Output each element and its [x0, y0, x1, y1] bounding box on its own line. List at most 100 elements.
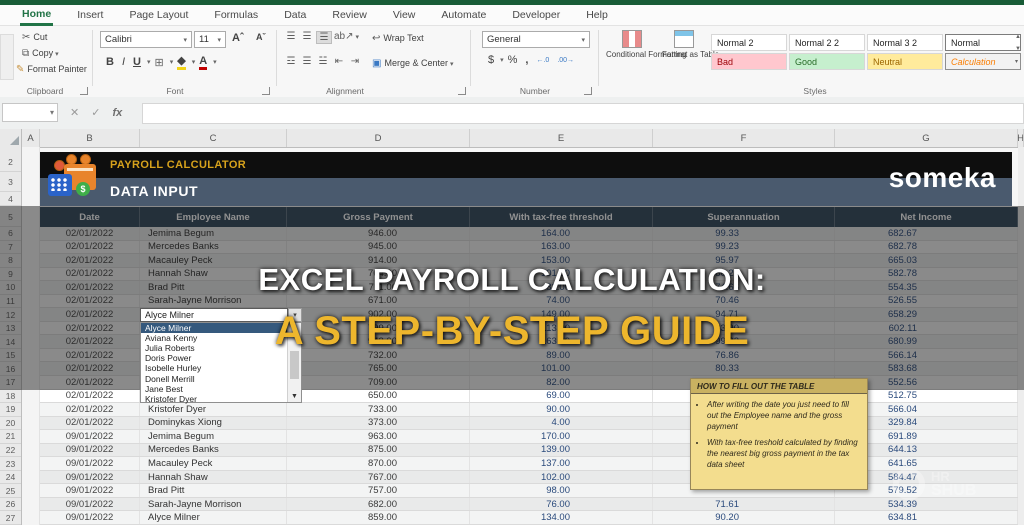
cell-date[interactable]: 09/01/2022 — [40, 457, 140, 470]
cell-style-normal[interactable]: Normal — [945, 34, 1021, 51]
cell-tax-free-threshold[interactable]: 90.00 — [470, 403, 653, 416]
name-box[interactable]: ▾ — [2, 103, 58, 122]
row-header-18[interactable]: 18 — [0, 390, 21, 404]
gallery-more-icon[interactable]: ▾ — [1015, 58, 1023, 65]
font-name-combo[interactable]: Calibri ▾ — [100, 31, 192, 48]
cell-employee-name[interactable]: Macauley Peck — [140, 457, 287, 470]
borders-button[interactable]: ⊞ — [154, 56, 163, 69]
ribbon-tab-page-layout[interactable]: Page Layout — [127, 6, 190, 24]
number-dialog-launcher[interactable] — [584, 87, 592, 95]
cell-date[interactable]: 09/01/2022 — [40, 430, 140, 443]
copy-button[interactable]: ⧉ Copy ▾ — [22, 48, 59, 59]
cell-gross-payment[interactable]: 373.00 — [287, 416, 470, 430]
row-header-26[interactable]: 26 — [0, 498, 21, 512]
row-header-24[interactable]: 24 — [0, 471, 21, 485]
column-header-h[interactable]: H — [1018, 129, 1024, 147]
dropdown-item-jane-best[interactable]: Jane Best — [141, 384, 287, 394]
column-header-f[interactable]: F — [653, 129, 835, 147]
wrap-text-button[interactable]: ↩ Wrap Text — [372, 33, 424, 44]
cell-gross-payment[interactable]: 682.00 — [287, 497, 470, 511]
increase-indent-button[interactable]: ⇥ — [348, 56, 362, 67]
row-header-23[interactable]: 23 — [0, 457, 21, 471]
format-painter-button[interactable]: ✎ Format Painter — [16, 64, 87, 75]
cut-button[interactable]: ✂ Cut — [22, 32, 47, 43]
cell-date[interactable]: 09/01/2022 — [40, 443, 140, 457]
font-dialog-launcher[interactable] — [262, 87, 270, 95]
font-size-combo[interactable]: 11 ▾ — [194, 31, 226, 48]
cell-tax-free-threshold[interactable]: 134.00 — [470, 511, 653, 524]
decrease-decimal-button[interactable]: .00→ — [557, 57, 574, 64]
conditional-formatting-button[interactable]: Conditional Formatting — [606, 30, 686, 59]
gallery-down-icon[interactable]: ▼ — [1015, 46, 1023, 52]
increase-decimal-button[interactable]: ←.0 — [536, 57, 549, 64]
dropdown-item-kristofer-dyer[interactable]: Kristofer Dyer — [141, 394, 287, 404]
row-header-21[interactable]: 21 — [0, 430, 21, 444]
cell-date[interactable]: 09/01/2022 — [40, 497, 140, 511]
cell-gross-payment[interactable]: 963.00 — [287, 430, 470, 443]
row-header-19[interactable]: 19 — [0, 403, 21, 417]
dropdown-scroll-down-icon[interactable]: ▼ — [288, 391, 301, 402]
ribbon-tab-insert[interactable]: Insert — [75, 6, 105, 24]
cell-gross-payment[interactable]: 733.00 — [287, 403, 470, 416]
cell-gross-payment[interactable]: 650.00 — [287, 389, 470, 403]
cell-date[interactable]: 02/01/2022 — [40, 403, 140, 416]
cell-style-neutral[interactable]: Neutral — [867, 53, 943, 70]
align-left-button[interactable]: ☲ — [284, 56, 298, 67]
column-header-d[interactable]: D — [287, 129, 470, 147]
gallery-scroll-buttons[interactable]: ▲ ▼ ▾ — [1015, 34, 1023, 65]
cell-gross-payment[interactable]: 859.00 — [287, 511, 470, 524]
orientation-button[interactable]: ab↗ ▾ — [334, 31, 359, 44]
column-header-g[interactable]: G — [835, 129, 1018, 147]
enter-icon[interactable]: ✓ — [91, 106, 100, 119]
cell-employee-name[interactable]: Alyce Milner — [140, 511, 287, 524]
cell-gross-payment[interactable]: 875.00 — [287, 443, 470, 457]
cell-employee-name[interactable]: Hannah Shaw — [140, 470, 287, 484]
ribbon-tab-view[interactable]: View — [391, 6, 418, 24]
cell-gross-payment[interactable]: 767.00 — [287, 470, 470, 484]
row-header-4[interactable]: 4 — [0, 192, 21, 206]
cell-employee-name[interactable]: Kristofer Dyer — [140, 403, 287, 416]
align-center-button[interactable]: ☰ — [300, 56, 314, 67]
cell-date[interactable]: 09/01/2022 — [40, 470, 140, 484]
ribbon-tab-help[interactable]: Help — [584, 6, 610, 24]
align-middle-button[interactable]: ☰ — [300, 31, 314, 44]
bold-button[interactable]: B — [106, 56, 114, 68]
fill-color-button[interactable]: ◆ — [177, 54, 186, 70]
accounting-format-button[interactable]: $ — [488, 54, 494, 66]
ribbon-tab-automate[interactable]: Automate — [439, 6, 488, 24]
ribbon-tab-review[interactable]: Review — [330, 6, 368, 24]
cell-style-calculation[interactable]: Calculation — [945, 53, 1021, 70]
cell-gross-payment[interactable]: 757.00 — [287, 484, 470, 497]
gallery-up-icon[interactable]: ▲ — [1015, 34, 1023, 40]
italic-button[interactable]: I — [122, 56, 125, 68]
ribbon-tab-developer[interactable]: Developer — [510, 6, 562, 24]
cell-superannuation[interactable]: 71.61 — [653, 497, 835, 511]
cell-tax-free-threshold[interactable]: 69.00 — [470, 389, 653, 403]
cell-date[interactable]: 02/01/2022 — [40, 416, 140, 430]
format-as-table-button[interactable]: Format as Table — [662, 30, 719, 59]
row-header-2[interactable]: 2 — [0, 152, 21, 172]
dropdown-scroll-thumb[interactable] — [290, 351, 299, 379]
merge-center-button[interactable]: ▣ Merge & Center ▾ — [372, 58, 454, 69]
cell-style-normal-3-2[interactable]: Normal 3 2 — [867, 34, 943, 51]
paste-button-clipped[interactable] — [0, 34, 14, 80]
underline-button[interactable]: U — [133, 56, 141, 68]
cell-style-normal-2-2[interactable]: Normal 2 2 — [789, 34, 865, 51]
alignment-dialog-launcher[interactable] — [458, 87, 466, 95]
cell-tax-free-threshold[interactable]: 76.00 — [470, 497, 653, 511]
clipboard-dialog-launcher[interactable] — [80, 87, 88, 95]
cell-net-income[interactable]: 634.81 — [835, 511, 1018, 524]
comma-style-button[interactable]: , — [525, 54, 528, 66]
align-right-button[interactable]: ☱ — [316, 56, 330, 67]
cancel-icon[interactable]: ✕ — [70, 106, 79, 119]
row-header-22[interactable]: 22 — [0, 444, 21, 458]
cell-style-bad[interactable]: Bad — [711, 53, 787, 70]
cell-employee-name[interactable]: Sarah-Jayne Morrison — [140, 497, 287, 511]
shrink-font-button[interactable]: Aˇ — [256, 32, 266, 42]
percent-style-button[interactable]: % — [508, 54, 518, 66]
row-header-25[interactable]: 25 — [0, 484, 21, 498]
cell-employee-name[interactable]: Dominykas Xiong — [140, 416, 287, 430]
ribbon-tab-formulas[interactable]: Formulas — [212, 6, 260, 24]
dropdown-item-doris-power[interactable]: Doris Power — [141, 353, 287, 363]
cell-date[interactable]: 02/01/2022 — [40, 389, 140, 403]
